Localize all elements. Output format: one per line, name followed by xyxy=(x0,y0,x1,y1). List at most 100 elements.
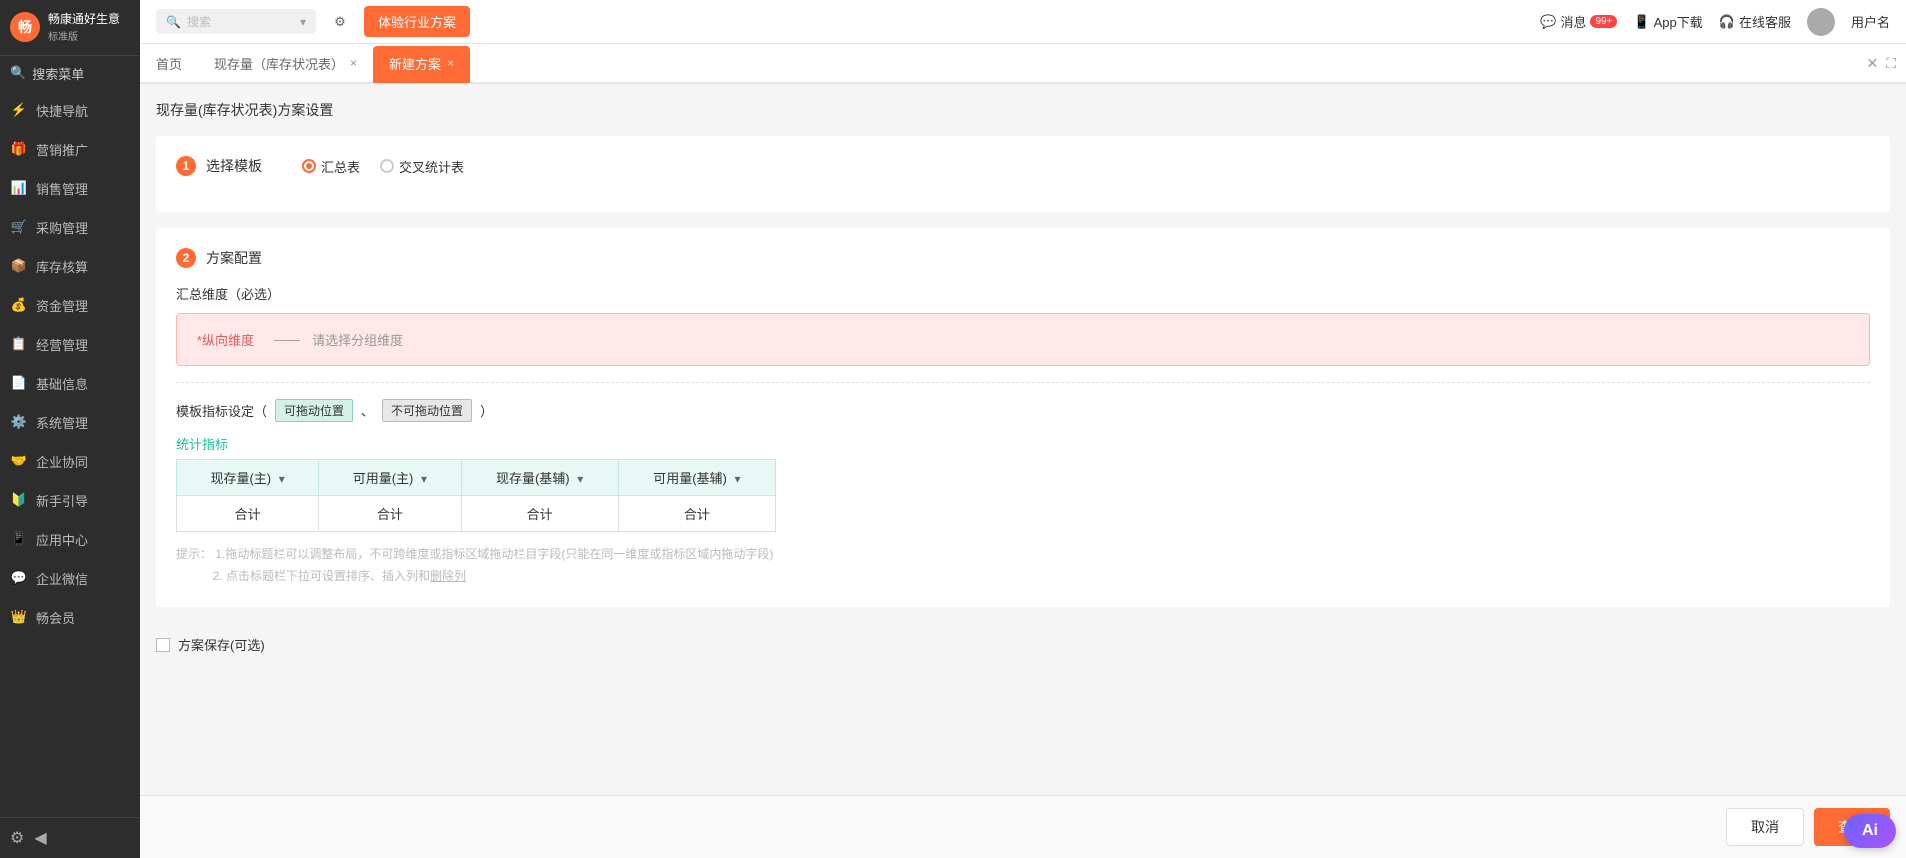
cancel-button[interactable]: 取消 xyxy=(1726,808,1804,846)
sidebar-item-label: 库存核算 xyxy=(36,257,88,276)
marketing-icon: 🎁 xyxy=(10,140,28,158)
sidebar-item-marketing[interactable]: 🎁 营销推广 xyxy=(0,130,140,169)
search-icon: 🔍 xyxy=(10,65,26,81)
topbar-dropdown-icon: ▾ xyxy=(300,15,306,29)
cell-0-3: 合计 xyxy=(618,496,775,532)
topbar-settings-icon[interactable]: ⚙ xyxy=(328,10,352,34)
topbar-right: 💬 消息 99+ 📱 App下载 🎧 在线客服 用户名 xyxy=(1540,8,1890,36)
tab-close-icon[interactable]: ✕ xyxy=(1866,55,1878,72)
sidebar-item-wechat[interactable]: 💬 企业微信 xyxy=(0,559,140,598)
sidebar-item-sales[interactable]: 📊 销售管理 xyxy=(0,169,140,208)
radio-cross-label: 交叉统计表 xyxy=(399,157,464,176)
tabs-bar: 首页 现存量（库存状况表） × 新建方案 × ✕ ⛶ xyxy=(140,44,1906,84)
message-label: 消息 xyxy=(1560,12,1586,31)
topbar-search-box[interactable]: 🔍 搜索 ▾ xyxy=(156,9,316,34)
radio-cross[interactable]: 交叉统计表 xyxy=(380,157,464,176)
sidebar-item-label: 企业微信 xyxy=(36,569,88,588)
tip-2: 2. 点击标题栏下拉可设置排序、插入列和删除列 xyxy=(176,566,1870,588)
sidebar-item-label: 快捷导航 xyxy=(36,101,88,120)
basic-info-icon: 📄 xyxy=(10,374,28,392)
dimension-arrow: —— xyxy=(274,332,300,347)
app-center-icon: 📱 xyxy=(10,530,28,548)
cell-0-1: 合计 xyxy=(319,496,461,532)
tab-new-scheme[interactable]: 新建方案 × xyxy=(373,46,470,83)
tab-home-label: 首页 xyxy=(156,54,182,73)
sidebar-collapse-icon[interactable]: ◀ xyxy=(34,828,46,848)
tips-section: 提示： 1.拖动标题栏可以调整布局，不可跨维度或指标区域拖动栏目字段(只能在同一… xyxy=(176,544,1870,587)
topbar-search-placeholder: 搜索 xyxy=(187,13,211,30)
col-dropdown-3[interactable]: ▾ xyxy=(735,472,741,486)
sidebar-item-inventory[interactable]: 📦 库存核算 xyxy=(0,247,140,286)
sidebar-item-enterprise[interactable]: 🤝 企业协同 xyxy=(0,442,140,481)
sidebar-item-quick-nav[interactable]: ⚡ 快捷导航 xyxy=(0,91,140,130)
col-dropdown-2[interactable]: ▾ xyxy=(577,472,583,486)
tab-inventory-status[interactable]: 现存量（库存状况表） × xyxy=(198,46,373,83)
sales-icon: 📊 xyxy=(10,179,28,197)
members-icon: 👑 xyxy=(10,608,28,626)
username[interactable]: 用户名 xyxy=(1851,12,1890,31)
message-icon: 💬 xyxy=(1540,14,1556,30)
col-header-3[interactable]: 可用量(基辅) ▾ xyxy=(618,460,775,496)
sidebar: 畅 畅康通好生意 标准版 🔍 搜索菜单 ⚡ 快捷导航 🎁 营销推广 📊 销售管理… xyxy=(0,0,140,858)
save-checkbox-label: 方案保存(可选) xyxy=(178,635,265,654)
cell-0-2: 合计 xyxy=(461,496,618,532)
search-label: 搜索菜单 xyxy=(32,64,84,83)
trial-button[interactable]: 体验行业方案 xyxy=(364,6,470,37)
tab-home[interactable]: 首页 xyxy=(140,46,198,83)
sidebar-item-label: 畅会员 xyxy=(36,608,75,627)
topbar-online-service[interactable]: 🎧 在线客服 xyxy=(1719,12,1791,31)
col-dropdown-1[interactable]: ▾ xyxy=(421,472,427,486)
topbar-left: 🔍 搜索 ▾ ⚙ 体验行业方案 xyxy=(156,6,470,37)
sidebar-settings-icon[interactable]: ⚙ xyxy=(10,828,24,848)
sidebar-item-members[interactable]: 👑 畅会员 xyxy=(0,598,140,637)
headset-icon: 🎧 xyxy=(1719,14,1735,30)
new-guide-icon: 🔰 xyxy=(10,491,28,509)
step2-label: 方案配置 xyxy=(206,248,262,268)
col-header-1[interactable]: 可用量(主) ▾ xyxy=(319,460,461,496)
indicator-sep: 、 xyxy=(361,401,374,420)
topbar-search-icon: 🔍 xyxy=(166,15,181,29)
dimension-area[interactable]: *纵向维度 —— 请选择分组维度 xyxy=(176,313,1870,366)
radio-cross-circle xyxy=(380,159,394,173)
message-badge: 99+ xyxy=(1590,15,1617,28)
service-label: 在线客服 xyxy=(1739,12,1791,31)
sidebar-item-label: 系统管理 xyxy=(36,413,88,432)
save-checkbox[interactable] xyxy=(156,638,170,652)
sidebar-item-new-guide[interactable]: 🔰 新手引导 xyxy=(0,481,140,520)
topbar-app-download[interactable]: 📱 App下载 xyxy=(1633,12,1702,31)
logo-sub: 标准版 xyxy=(48,28,120,43)
sidebar-search[interactable]: 🔍 搜索菜单 xyxy=(0,56,140,91)
dimension-placeholder: 请选择分组维度 xyxy=(312,330,403,349)
summary-dim-label: 汇总维度（必选） xyxy=(176,284,1870,303)
ai-badge[interactable]: Ai xyxy=(1844,814,1896,848)
col-header-0[interactable]: 现存量(主) ▾ xyxy=(177,460,319,496)
sidebar-item-system[interactable]: ⚙️ 系统管理 xyxy=(0,403,140,442)
radio-summary[interactable]: 汇总表 xyxy=(302,157,360,176)
wechat-icon: 💬 xyxy=(10,569,28,587)
topbar: 🔍 搜索 ▾ ⚙ 体验行业方案 💬 消息 99+ 📱 App下载 🎧 在线客服 xyxy=(140,0,1906,44)
gear-icon: ⚙ xyxy=(334,14,346,30)
step2-header: 2 方案配置 xyxy=(176,248,1870,268)
col-header-2[interactable]: 现存量(基辅) ▾ xyxy=(461,460,618,496)
stats-table-row-0: 合计 合计 合计 合计 xyxy=(177,496,776,532)
inventory-icon: 📦 xyxy=(10,257,28,275)
sidebar-item-label: 新手引导 xyxy=(36,491,88,510)
sidebar-item-purchase[interactable]: 🛒 采购管理 xyxy=(0,208,140,247)
quick-nav-icon: ⚡ xyxy=(10,101,28,119)
topbar-message[interactable]: 💬 消息 99+ xyxy=(1540,12,1617,31)
tab-new-scheme-close[interactable]: × xyxy=(447,56,454,70)
tab-inventory-close[interactable]: × xyxy=(350,56,357,70)
indicator-fixed-badge: 不可拖动位置 xyxy=(382,399,472,422)
sidebar-item-operations[interactable]: 📋 经营管理 xyxy=(0,325,140,364)
save-checkbox-row: 方案保存(可选) xyxy=(156,623,1890,666)
sidebar-item-basic-info[interactable]: 📄 基础信息 xyxy=(0,364,140,403)
sidebar-item-app-center[interactable]: 📱 应用中心 xyxy=(0,520,140,559)
sidebar-item-label: 采购管理 xyxy=(36,218,88,237)
tabs-actions: ✕ ⛶ xyxy=(1866,55,1906,72)
col-dropdown-0[interactable]: ▾ xyxy=(279,472,285,486)
tab-inventory-label: 现存量（库存状况表） xyxy=(214,54,344,73)
sidebar-item-finance[interactable]: 💰 资金管理 xyxy=(0,286,140,325)
app-label: App下载 xyxy=(1654,12,1703,31)
tab-expand-icon[interactable]: ⛶ xyxy=(1886,55,1896,72)
sidebar-item-label: 应用中心 xyxy=(36,530,88,549)
